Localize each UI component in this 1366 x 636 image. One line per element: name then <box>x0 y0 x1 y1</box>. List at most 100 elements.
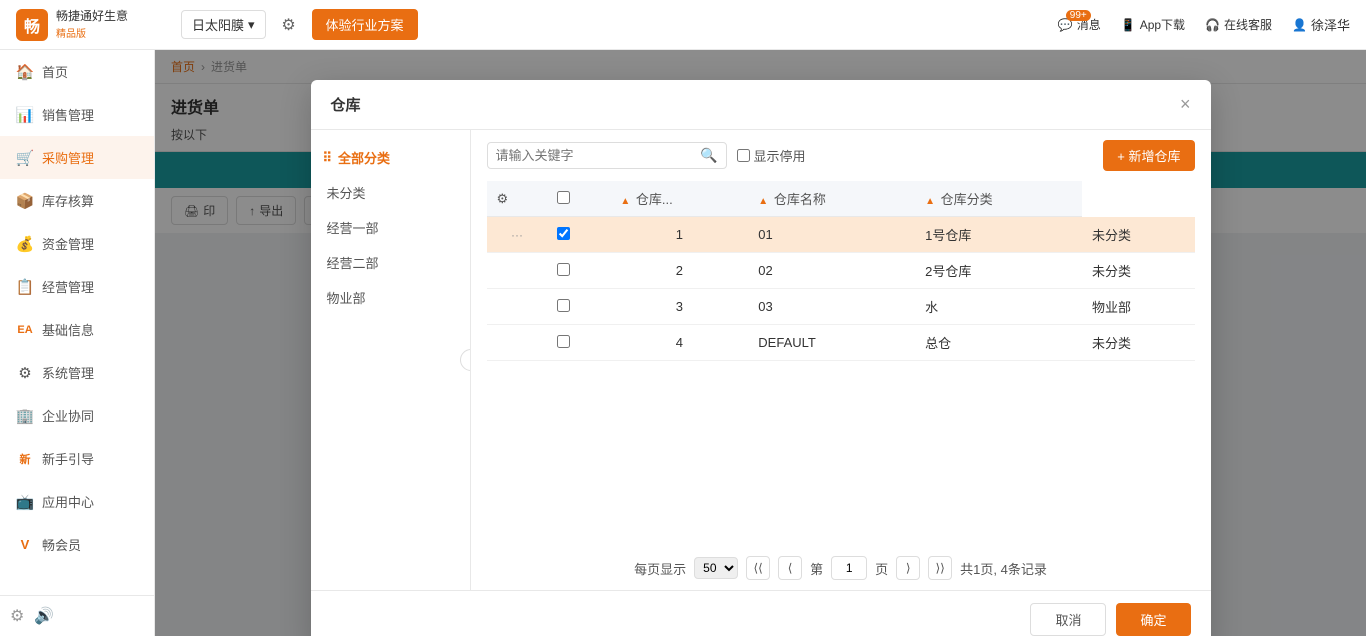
logo-name: 畅捷通好生意 <box>56 9 128 25</box>
row-code: 03 <box>748 289 915 325</box>
sidebar-label-finance: 资金管理 <box>42 234 94 253</box>
sidebar-item-enterprise[interactable]: 🏢 企业协同 <box>0 394 154 437</box>
row-num: 1 <box>610 217 748 253</box>
sidebar-label-purchase: 采购管理 <box>42 148 94 167</box>
cat-label-0: 未分类 <box>327 186 366 201</box>
inventory-icon: 📦 <box>16 192 34 210</box>
store-name: 日太阳膜 <box>192 15 244 34</box>
col-type-label: 仓库分类 <box>941 192 993 207</box>
app-icon: 📱 <box>1121 18 1136 32</box>
table-row[interactable]: 3 03 水 物业部 <box>487 289 1195 325</box>
modal-footer: 取消 确定 <box>311 590 1211 636</box>
table-gear-icon[interactable]: ⚙ <box>497 191 509 206</box>
sidebar-bottom: ⚙ 🔊 <box>0 595 154 636</box>
row-code: DEFAULT <box>748 325 915 361</box>
row-checkbox[interactable] <box>547 217 610 253</box>
sidebar-item-basic[interactable]: EA 基础信息 <box>0 308 154 351</box>
search-input[interactable] <box>496 148 701 163</box>
row-warehouse-name: 1号仓库 <box>915 217 1082 253</box>
user-item[interactable]: 👤 徐泽华 <box>1292 15 1350 34</box>
sidebar-item-operation[interactable]: 📋 经营管理 <box>0 265 154 308</box>
sidebar-label-operation: 经营管理 <box>42 277 94 296</box>
sidebar-sound-icon[interactable]: 🔊 <box>34 606 54 626</box>
confirm-button[interactable]: 确定 <box>1116 603 1190 636</box>
sidebar-item-finance[interactable]: 💰 资金管理 <box>0 222 154 265</box>
prev-page-icon: ⟨ <box>788 561 793 575</box>
row-checkbox[interactable] <box>547 325 610 361</box>
sidebar-settings-icon[interactable]: ⚙ <box>10 606 24 626</box>
trial-button[interactable]: 体验行业方案 <box>312 9 418 40</box>
table-header: ⚙ ▲ 仓库... ▲ <box>487 181 1195 217</box>
col-code-header: ▲ 仓库... <box>610 181 748 217</box>
show-disabled-checkbox[interactable] <box>737 149 750 162</box>
modal-close-button[interactable]: × <box>1180 94 1191 115</box>
cancel-button[interactable]: 取消 <box>1030 603 1106 636</box>
sidebar-item-guide[interactable]: 新 新手引导 <box>0 437 154 480</box>
next-page-button[interactable]: ⟩ <box>896 556 920 580</box>
service-icon: 🎧 <box>1205 18 1220 32</box>
row-checkbox[interactable] <box>547 253 610 289</box>
sidebar-label-vip: 畅会员 <box>42 535 81 554</box>
sidebar-item-vip[interactable]: V 畅会员 <box>0 523 154 566</box>
select-all-checkbox[interactable] <box>557 191 570 204</box>
system-icon: ⚙ <box>16 364 34 382</box>
last-page-button[interactable]: ⟩⟩ <box>928 556 952 580</box>
warehouse-modal: 仓库 × ⠿ 全部分类 未分类 经营一部 经营 <box>311 80 1211 636</box>
all-category-label: 全部分类 <box>338 148 390 167</box>
store-selector[interactable]: 日太阳膜 ▾ <box>181 10 266 39</box>
first-page-icon: ⟨⟨ <box>753 561 762 575</box>
row-warehouse-type: 未分类 <box>1082 253 1195 289</box>
category-item-unclassified[interactable]: 未分类 <box>311 175 470 210</box>
search-icon[interactable]: 🔍 <box>700 147 717 164</box>
show-disabled-wrap: 显示停用 <box>737 146 806 165</box>
collapse-icon: 《 <box>466 353 471 368</box>
cat-label-1: 经营一部 <box>327 221 379 236</box>
app-download-item[interactable]: 📱 App下载 <box>1121 16 1185 33</box>
sidebar-item-home[interactable]: 🏠 首页 <box>0 50 154 93</box>
sidebar-label-apps: 应用中心 <box>42 492 94 511</box>
row-actions[interactable] <box>487 253 548 289</box>
row-actions[interactable]: ··· <box>487 217 548 253</box>
sidebar-item-system[interactable]: ⚙ 系统管理 <box>0 351 154 394</box>
guide-icon: 新 <box>16 450 34 468</box>
col-checkbox-header <box>547 181 610 217</box>
sidebar-item-apps[interactable]: 📺 应用中心 <box>0 480 154 523</box>
message-item[interactable]: 💬 99+ 消息 <box>1058 16 1101 33</box>
sidebar: 🏠 首页 📊 销售管理 🛒 采购管理 📦 库存核算 💰 资金管理 📋 经营管理 … <box>0 50 155 636</box>
col-settings-header: ⚙ <box>487 181 548 217</box>
page-number-input[interactable] <box>831 556 867 580</box>
logo-icon: 畅 <box>16 9 48 41</box>
per-page-select[interactable]: 50 <box>694 557 738 579</box>
table-row[interactable]: 4 DEFAULT 总仓 未分类 <box>487 325 1195 361</box>
service-item[interactable]: 🎧 在线客服 <box>1205 16 1272 33</box>
row-actions[interactable] <box>487 325 548 361</box>
logo-area: 畅 畅捷通好生意 精品版 <box>16 9 171 41</box>
col-code-label: 仓库... <box>636 192 673 207</box>
row-warehouse-type: 未分类 <box>1082 217 1195 253</box>
row-select-checkbox[interactable] <box>557 299 570 312</box>
settings-icon[interactable]: ⚙ <box>274 10 304 40</box>
row-warehouse-name: 总仓 <box>915 325 1082 361</box>
first-page-button[interactable]: ⟨⟨ <box>746 556 770 580</box>
row-select-checkbox[interactable] <box>557 263 570 276</box>
row-actions[interactable] <box>487 289 548 325</box>
row-select-checkbox[interactable] <box>557 227 570 240</box>
sidebar-label-inventory: 库存核算 <box>42 191 94 210</box>
sidebar-item-sales[interactable]: 📊 销售管理 <box>0 93 154 136</box>
category-item-dept1[interactable]: 经营一部 <box>311 210 470 245</box>
logo-text-block: 畅捷通好生意 精品版 <box>56 9 128 40</box>
add-warehouse-button[interactable]: + 新增仓库 <box>1103 140 1194 171</box>
row-select-checkbox[interactable] <box>557 335 570 348</box>
category-item-dept2[interactable]: 经营二部 <box>311 245 470 280</box>
row-checkbox[interactable] <box>547 289 610 325</box>
table-row[interactable]: 2 02 2号仓库 未分类 <box>487 253 1195 289</box>
category-item-property[interactable]: 物业部 <box>311 280 470 315</box>
collapse-sidebar-button[interactable]: 《 <box>460 349 471 371</box>
table-row[interactable]: ··· 1 01 1号仓库 未分类 <box>487 217 1195 253</box>
all-category-item[interactable]: ⠿ 全部分类 <box>311 140 470 175</box>
search-input-wrap: 🔍 <box>487 142 727 169</box>
prev-page-button[interactable]: ⟨ <box>778 556 802 580</box>
table-toolbar: 🔍 显示停用 + 新增仓库 <box>487 140 1195 171</box>
sidebar-item-inventory[interactable]: 📦 库存核算 <box>0 179 154 222</box>
sidebar-item-purchase[interactable]: 🛒 采购管理 <box>0 136 154 179</box>
